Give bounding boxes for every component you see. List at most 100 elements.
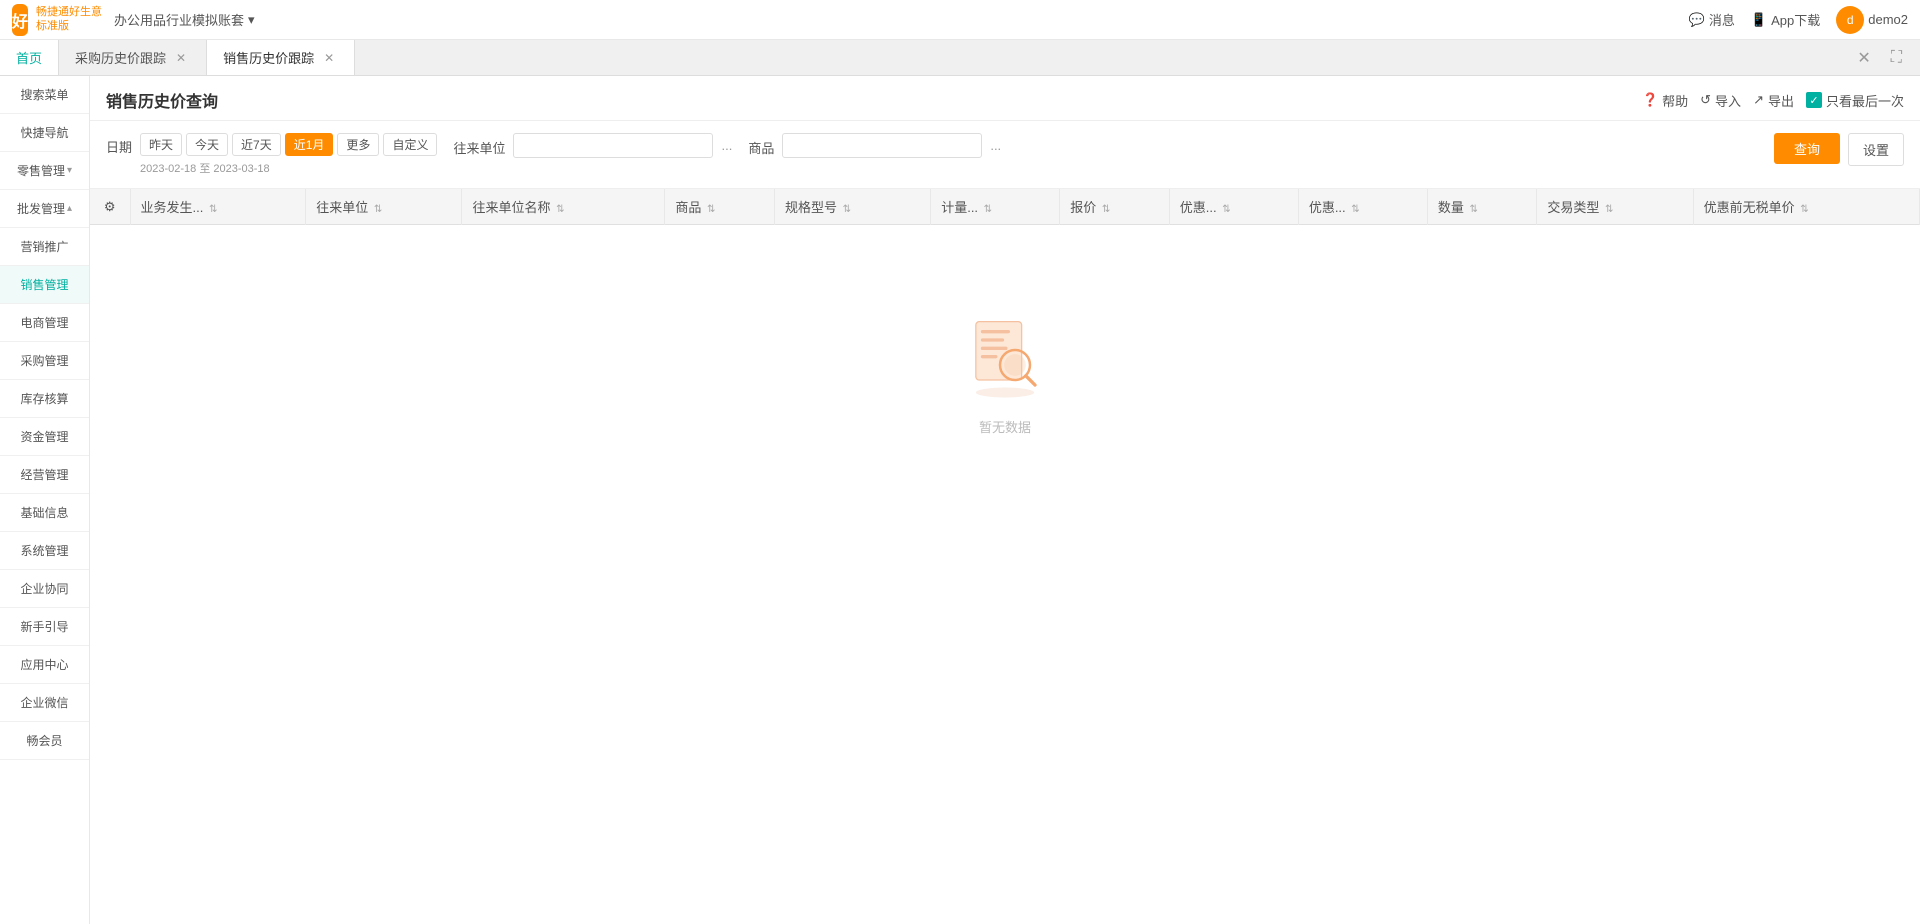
empty-state: 暂无数据: [90, 225, 1920, 516]
user-area[interactable]: d demo2: [1836, 6, 1908, 34]
chevron-down-icon: ▾: [67, 165, 72, 176]
sidebar-item-marketing[interactable]: 营销推广: [0, 228, 89, 266]
date-btn-1month[interactable]: 近1月: [285, 133, 334, 156]
th-settings[interactable]: ⚙: [90, 189, 130, 225]
only-last-checkbox[interactable]: ✓ 只看最后一次: [1806, 91, 1904, 110]
page-title: 销售历史价查询: [106, 88, 218, 112]
sidebar-item-search-menu[interactable]: 搜索菜单: [0, 76, 89, 114]
sidebar-item-new-guide[interactable]: 新手引导: [0, 608, 89, 646]
sidebar-item-sales-mgmt[interactable]: 销售管理: [0, 266, 89, 304]
sort-icon: ⇅: [1102, 204, 1110, 215]
sidebar-item-wholesale-mgmt[interactable]: 批发管理 ▴: [0, 190, 89, 228]
sidebar-label: 经营管理: [20, 466, 68, 483]
fullscreen-btn[interactable]: ⛶: [1885, 47, 1908, 69]
partner-ellipsis-btn[interactable]: ...: [721, 138, 732, 153]
tab-home[interactable]: 首页: [0, 40, 59, 75]
sidebar-item-quick-nav[interactable]: 快捷导航: [0, 114, 89, 152]
filter-bar: 日期 昨天 今天 近7天 近1月 更多 自定义 2023-02-18 至 202…: [90, 121, 1920, 189]
sort-icon: ⇅: [1605, 204, 1613, 215]
close-window-btn[interactable]: ✕: [1851, 46, 1876, 70]
sort-icon: ⇅: [374, 204, 382, 215]
th-spec[interactable]: 规格型号 ⇅: [774, 189, 930, 225]
th-trade-type[interactable]: 交易类型 ⇅: [1537, 189, 1693, 225]
product-input[interactable]: [782, 133, 982, 158]
sidebar-label: 搜索菜单: [20, 86, 68, 103]
date-btns: 昨天 今天 近7天 近1月 更多 自定义: [140, 133, 437, 156]
sidebar-label: 采购管理: [20, 352, 68, 369]
chevron-up-icon: ▴: [67, 203, 72, 214]
query-button[interactable]: 查询: [1774, 133, 1840, 164]
sidebar-label: 营销推广: [20, 238, 68, 255]
tab-sales-history[interactable]: 销售历史价跟踪 ✕: [207, 40, 355, 75]
th-discount2[interactable]: 优惠... ⇅: [1298, 189, 1427, 225]
product-filter-group: 商品 ...: [748, 133, 1001, 158]
help-btn[interactable]: ❓ 帮助: [1642, 91, 1688, 110]
date-btn-yesterday[interactable]: 昨天: [140, 133, 182, 156]
th-unit[interactable]: 计量... ⇅: [931, 189, 1060, 225]
partner-label: 往来单位: [453, 134, 505, 157]
th-quote[interactable]: 报价 ⇅: [1060, 189, 1170, 225]
sidebar-label: 批发管理: [17, 200, 65, 217]
th-product[interactable]: 商品 ⇅: [665, 189, 775, 225]
sidebar-item-enterprise-agreement[interactable]: 企业协同: [0, 570, 89, 608]
sidebar-item-basic-info[interactable]: 基础信息: [0, 494, 89, 532]
th-partner-id[interactable]: 往来单位 ⇅: [306, 189, 462, 225]
sidebar-label: 企业协同: [20, 580, 68, 597]
tab-purchase-history[interactable]: 采购历史价跟踪 ✕: [59, 40, 207, 75]
tab-close-purchase[interactable]: ✕: [172, 49, 190, 67]
sidebar-item-finance-mgmt[interactable]: 资金管理: [0, 418, 89, 456]
th-partner-name[interactable]: 往来单位名称 ⇅: [462, 189, 665, 225]
sort-icon: ⇅: [843, 204, 851, 215]
empty-icon: [955, 305, 1055, 405]
import-icon: ↺: [1700, 92, 1711, 108]
sidebar-label: 畅会员: [26, 732, 62, 749]
sidebar-item-enterprise-wechat[interactable]: 企业微信: [0, 684, 89, 722]
sidebar-label: 销售管理: [20, 276, 68, 293]
content-area: 销售历史价查询 ❓ 帮助 ↺ 导入 ↗ 导出 ✓: [90, 76, 1920, 924]
sidebar-item-vip-member[interactable]: 畅会员: [0, 722, 89, 760]
th-quantity[interactable]: 数量 ⇅: [1427, 189, 1537, 225]
sort-icon: ⇅: [1222, 204, 1230, 215]
sidebar: 搜索菜单 快捷导航 零售管理 ▾ 批发管理 ▴ 营销推广 销售管理 电商管理 采: [0, 76, 90, 924]
date-range-display: 2023-02-18 至 2023-03-18: [140, 160, 437, 176]
logo-text: 畅捷通好生意 标准版: [36, 6, 102, 32]
sidebar-item-retail-mgmt[interactable]: 零售管理 ▾: [0, 152, 89, 190]
logo-area: 好 畅捷通好生意 标准版: [12, 4, 102, 36]
date-btn-more[interactable]: 更多: [337, 133, 379, 156]
sidebar-item-system-mgmt[interactable]: 系统管理: [0, 532, 89, 570]
product-ellipsis-btn[interactable]: ...: [990, 138, 1001, 153]
table-container[interactable]: ⚙ 业务发生... ⇅ 往来单位 ⇅ 往来单位名称: [90, 189, 1920, 924]
sidebar-item-inventory[interactable]: 库存核算: [0, 380, 89, 418]
table-header-row: ⚙ 业务发生... ⇅ 往来单位 ⇅ 往来单位名称: [90, 189, 1920, 225]
tab-close-sales[interactable]: ✕: [320, 49, 338, 67]
gear-icon: ⚙: [104, 199, 116, 214]
avatar: d: [1836, 6, 1864, 34]
import-btn[interactable]: ↺ 导入: [1700, 91, 1741, 110]
partner-input[interactable]: [513, 133, 713, 158]
date-btn-7days[interactable]: 近7天: [232, 133, 281, 156]
th-business-date[interactable]: 业务发生... ⇅: [130, 189, 306, 225]
page-container: 销售历史价查询 ❓ 帮助 ↺ 导入 ↗ 导出 ✓: [90, 76, 1920, 924]
date-btn-today[interactable]: 今天: [186, 133, 228, 156]
sidebar-label: 基础信息: [20, 504, 68, 521]
sidebar-item-purchase-mgmt[interactable]: 采购管理: [0, 342, 89, 380]
product-label: 商品: [748, 134, 774, 157]
message-btn[interactable]: 💬 消息: [1689, 10, 1735, 29]
th-discount1[interactable]: 优惠... ⇅: [1169, 189, 1298, 225]
header-center: 办公用品行业模拟账套 ▾: [102, 10, 1689, 29]
app-download-btn[interactable]: 📱 App下载: [1751, 10, 1820, 29]
export-btn[interactable]: ↗ 导出: [1753, 91, 1794, 110]
th-pre-tax-price[interactable]: 优惠前无税单价 ⇅: [1693, 189, 1919, 225]
company-dropdown[interactable]: 办公用品行业模拟账套 ▾: [114, 10, 255, 29]
date-btn-custom[interactable]: 自定义: [383, 133, 437, 156]
checkbox-icon: ✓: [1806, 92, 1822, 108]
sidebar-label: 零售管理: [17, 162, 65, 179]
sidebar-label: 资金管理: [20, 428, 68, 445]
sidebar-item-app-center[interactable]: 应用中心: [0, 646, 89, 684]
sidebar-item-ecom-mgmt[interactable]: 电商管理: [0, 304, 89, 342]
sidebar-item-ops-mgmt[interactable]: 经营管理: [0, 456, 89, 494]
export-icon: ↗: [1753, 92, 1764, 108]
partner-filter-group: 往来单位 ...: [453, 133, 732, 158]
sidebar-label: 应用中心: [20, 656, 68, 673]
settings-button[interactable]: 设置: [1848, 133, 1904, 166]
